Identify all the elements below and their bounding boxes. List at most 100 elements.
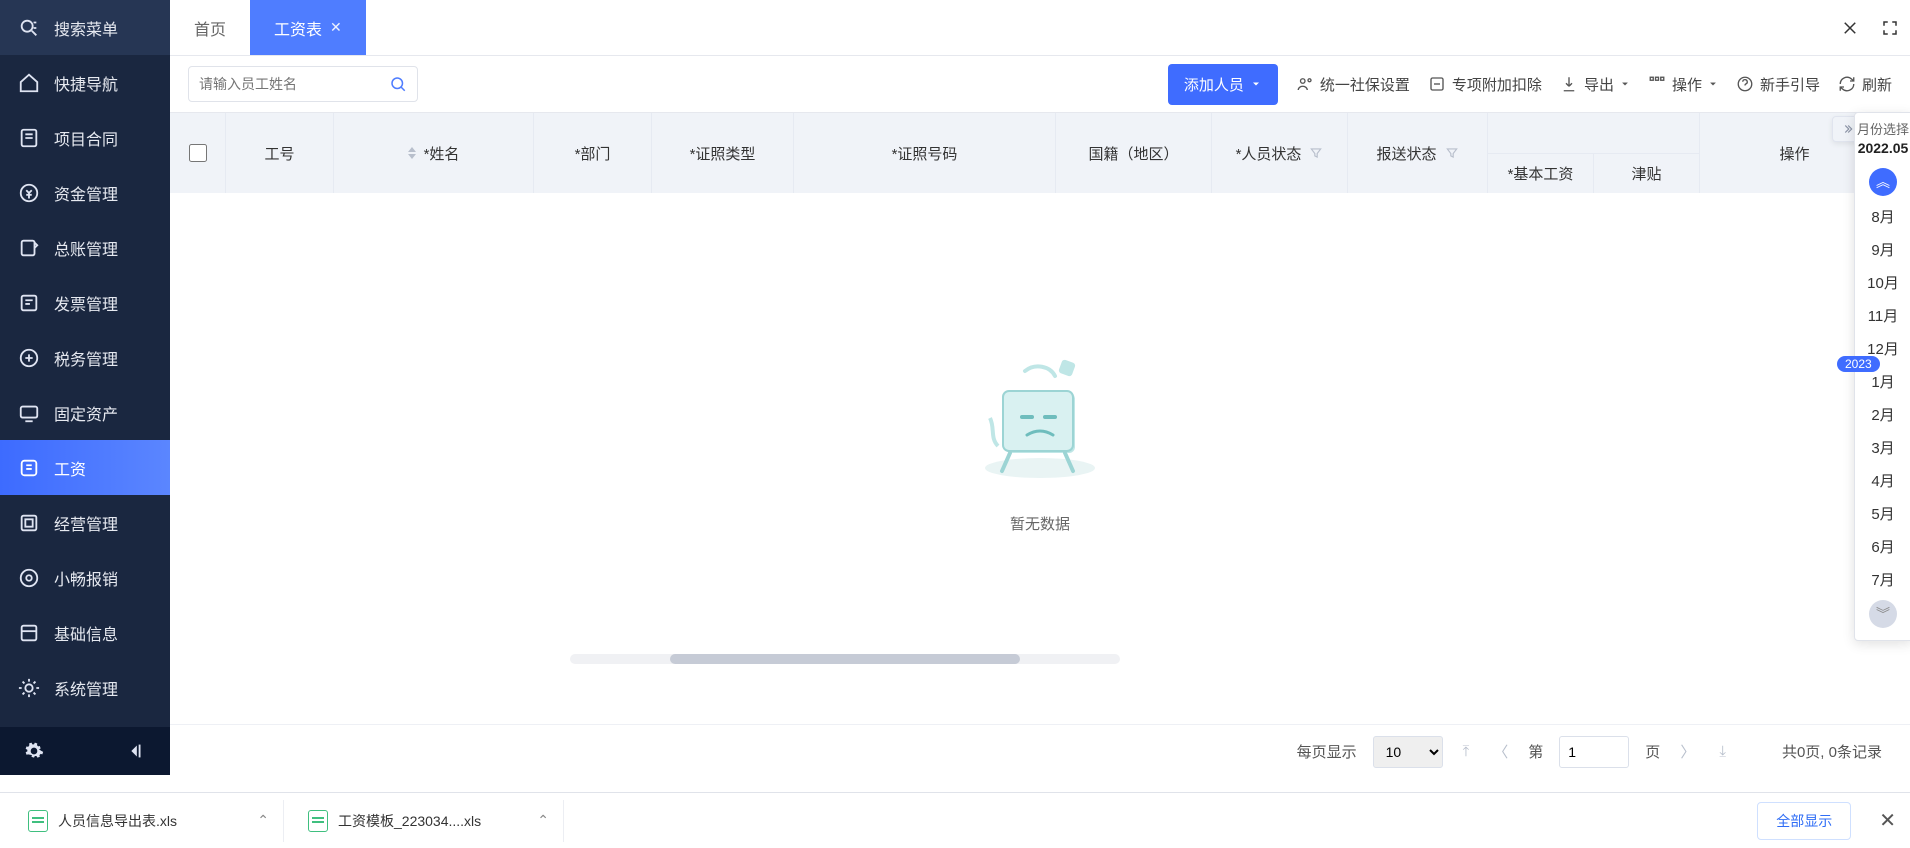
- sidebar-item-assets[interactable]: 固定资产: [0, 385, 170, 440]
- settings-icon[interactable]: [24, 741, 44, 761]
- search-input[interactable]: [189, 76, 417, 92]
- col-allowance[interactable]: 津贴: [1594, 154, 1699, 193]
- sidebar-item-contract[interactable]: 项目合同: [0, 110, 170, 165]
- show-all-downloads-button[interactable]: 全部显示: [1757, 802, 1851, 840]
- empty-text: 暂无数据: [1010, 513, 1070, 534]
- refresh-label: 刷新: [1862, 74, 1892, 95]
- download-bar: 人员信息导出表.xls ⌃ 工资模板_223034....xls ⌃ 全部显示 …: [0, 792, 1910, 848]
- pager-next-icon[interactable]: 〉: [1676, 741, 1699, 762]
- month-option[interactable]: 10月: [1855, 266, 1910, 299]
- chevron-up-icon[interactable]: ⌃: [257, 812, 269, 829]
- select-all-checkbox[interactable]: [189, 144, 207, 162]
- month-option[interactable]: 8月: [1855, 200, 1910, 233]
- sidebar-footer: [0, 727, 170, 775]
- fullscreen-button[interactable]: [1870, 8, 1910, 48]
- month-option[interactable]: 7月: [1855, 563, 1910, 596]
- sidebar-label: 快捷导航: [54, 71, 118, 95]
- tab-close-icon[interactable]: ✕: [330, 19, 342, 36]
- search-icon[interactable]: [389, 75, 407, 93]
- col-id[interactable]: 工号: [226, 113, 334, 193]
- download-item-1[interactable]: 人员信息导出表.xls ⌃: [14, 800, 284, 842]
- month-option[interactable]: 9月: [1855, 233, 1910, 266]
- download-filename: 工资模板_223034....xls: [338, 811, 481, 831]
- sidebar-item-invoice[interactable]: 发票管理: [0, 275, 170, 330]
- special-deduction-button[interactable]: 专项附加扣除: [1428, 74, 1542, 95]
- main-area: 首页 工资表 ✕ 添加人员 统一社保设置 专项附加扣除: [170, 0, 1910, 778]
- sidebar-item-funds[interactable]: 资金管理: [0, 165, 170, 220]
- month-option[interactable]: 5月: [1855, 497, 1910, 530]
- operation-icon: [18, 512, 40, 534]
- horizontal-scrollbar[interactable]: [570, 654, 1120, 664]
- month-option[interactable]: 2月: [1855, 398, 1910, 431]
- sidebar-item-expense[interactable]: 小畅报销: [0, 550, 170, 605]
- home-icon: [18, 72, 40, 94]
- assets-icon: [18, 402, 40, 424]
- invoice-icon: [18, 292, 40, 314]
- export-label: 导出: [1584, 74, 1614, 95]
- sidebar-item-system[interactable]: 系统管理: [0, 660, 170, 715]
- filter-icon[interactable]: [1309, 146, 1323, 160]
- pager-last-icon[interactable]: ⤓: [1715, 743, 1730, 760]
- system-icon: [18, 677, 40, 699]
- sidebar-item-operation[interactable]: 经营管理: [0, 495, 170, 550]
- pager: 每页显示 10 ⤒ 〈 第 页 〉 ⤓ 共0页, 0条记录: [170, 724, 1910, 778]
- tab-salary-sheet[interactable]: 工资表 ✕: [250, 0, 366, 55]
- sidebar-item-basic-info[interactable]: 基础信息: [0, 605, 170, 660]
- close-panel-button[interactable]: [1830, 8, 1870, 48]
- sidebar-label: 发票管理: [54, 291, 118, 315]
- col-docno[interactable]: *证照号码: [794, 113, 1056, 193]
- pager-summary: 共0页, 0条记录: [1782, 741, 1882, 762]
- col-dept[interactable]: *部门: [534, 113, 652, 193]
- col-nationality[interactable]: 国籍（地区）: [1056, 113, 1212, 193]
- social-setting-button[interactable]: 统一社保设置: [1296, 74, 1410, 95]
- month-option[interactable]: 4月: [1855, 464, 1910, 497]
- per-page-select[interactable]: 10: [1373, 736, 1443, 768]
- pager-first-icon[interactable]: ⤒: [1459, 743, 1474, 760]
- sidebar-label: 资金管理: [54, 181, 118, 205]
- month-option[interactable]: 3月: [1855, 431, 1910, 464]
- month-option[interactable]: 11月: [1855, 299, 1910, 332]
- sidebar: 搜索菜单 快捷导航 项目合同 资金管理 总账管理 发票管理 税务管理 固定资产 …: [0, 0, 170, 775]
- money-icon: [18, 182, 40, 204]
- close-download-bar-icon[interactable]: ✕: [1879, 808, 1896, 833]
- sidebar-label: 小畅报销: [54, 566, 118, 590]
- refresh-button[interactable]: 刷新: [1838, 74, 1892, 95]
- ledger-icon: [18, 237, 40, 259]
- sidebar-item-ledger[interactable]: 总账管理: [0, 220, 170, 275]
- download-item-2[interactable]: 工资模板_223034....xls ⌃: [294, 800, 564, 842]
- collapse-sidebar-icon[interactable]: [124, 740, 146, 762]
- search-menu-icon: [18, 17, 40, 39]
- toolbar: 添加人员 统一社保设置 专项附加扣除 导出 操作 新手引导 刷新: [170, 56, 1910, 112]
- guide-button[interactable]: 新手引导: [1736, 74, 1820, 95]
- sidebar-item-search-menu[interactable]: 搜索菜单: [0, 0, 170, 55]
- tax-icon: [18, 347, 40, 369]
- col-name[interactable]: *姓名: [334, 113, 534, 193]
- contract-icon: [18, 127, 40, 149]
- sidebar-item-tax[interactable]: 税务管理: [0, 330, 170, 385]
- month-scroll-down-icon[interactable]: ︾: [1869, 600, 1897, 628]
- month-option[interactable]: 6月: [1855, 530, 1910, 563]
- scrollbar-thumb[interactable]: [670, 654, 1020, 664]
- tab-home[interactable]: 首页: [170, 0, 250, 55]
- sort-icon[interactable]: [408, 147, 418, 159]
- sidebar-item-salary[interactable]: 工资: [0, 440, 170, 495]
- col-status[interactable]: *人员状态: [1212, 113, 1348, 193]
- sidebar-label: 项目合同: [54, 126, 118, 150]
- col-basic-salary[interactable]: *基本工资: [1488, 154, 1594, 193]
- chevron-up-icon[interactable]: ⌃: [537, 812, 549, 829]
- export-button[interactable]: 导出: [1560, 74, 1630, 95]
- pager-prev-icon[interactable]: 〈: [1489, 741, 1512, 762]
- col-report[interactable]: 报送状态: [1348, 113, 1488, 193]
- operation-button[interactable]: 操作: [1648, 74, 1718, 95]
- sidebar-item-quick-nav[interactable]: 快捷导航: [0, 55, 170, 110]
- filter-icon[interactable]: [1445, 146, 1459, 160]
- add-person-button[interactable]: 添加人员: [1168, 64, 1278, 105]
- expense-icon: [18, 567, 40, 589]
- month-scroll-up-icon[interactable]: ︽: [1869, 168, 1897, 196]
- page-input[interactable]: [1559, 736, 1629, 768]
- tab-bar: 首页 工资表 ✕: [170, 0, 1910, 56]
- operation-label: 操作: [1672, 74, 1702, 95]
- empty-state: 暂无数据: [170, 343, 1910, 534]
- col-doctype[interactable]: *证照类型: [652, 113, 794, 193]
- base-icon: [18, 622, 40, 644]
